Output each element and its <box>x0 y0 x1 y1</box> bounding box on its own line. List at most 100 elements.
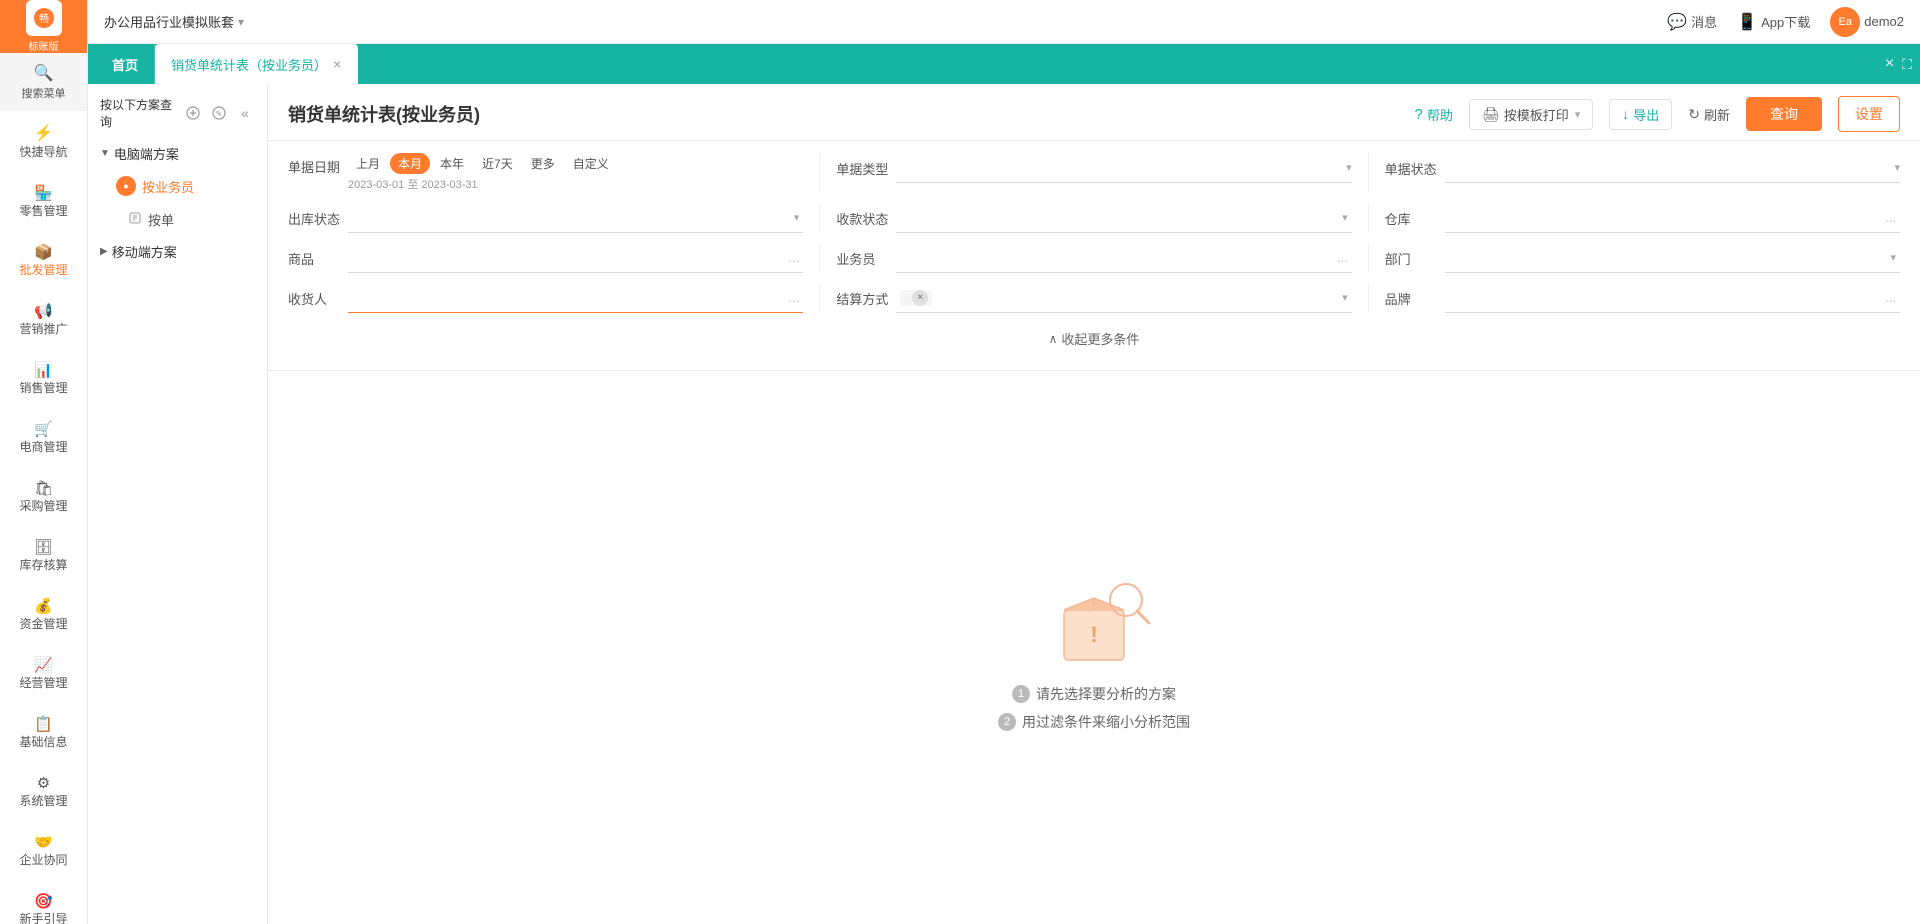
sidebar-item-guide[interactable]: 🎯 新手引导 <box>0 880 88 924</box>
sidebar-item-marketing[interactable]: 📢 营销推广 <box>0 290 88 349</box>
svg-text:畅: 畅 <box>39 12 49 25</box>
sidebar-basic-label: 基础信息 <box>4 733 84 750</box>
tab-minimize-btn[interactable]: × <box>1885 55 1894 73</box>
collapse-row: ∧ 收起更多条件 <box>288 319 1900 358</box>
settlement-select[interactable]: × ▾ <box>896 283 1351 313</box>
edit-scheme-btn[interactable]: ✎ <box>209 103 229 123</box>
refresh-action[interactable]: ↻ 刷新 <box>1688 105 1730 124</box>
left-panel-actions: ✎ « <box>183 103 255 123</box>
receiver-label: 收货人 <box>288 289 348 308</box>
purchase-icon: 🛍 <box>4 479 84 497</box>
settlement-label: 结算方式 <box>836 289 896 308</box>
main-area: 办公用品行业模拟账套 ▾ 💬 消息 📱 App下载 Ea demo2 首页 <box>88 0 1920 924</box>
collapse-panel-btn[interactable]: « <box>235 103 255 123</box>
sidebar-item-quicknav[interactable]: ⚡ 快捷导航 <box>0 111 88 172</box>
tab-home[interactable]: 首页 <box>96 44 155 84</box>
app-selector[interactable]: 办公用品行业模拟账套 ▾ <box>104 12 244 31</box>
tab-active[interactable]: 销货单统计表（按业务员） × <box>155 44 358 84</box>
sidebar-search[interactable]: 🔍 搜索菜单 <box>0 53 88 111</box>
delivery-status-select[interactable]: ▾ <box>348 203 803 233</box>
date-tab-thismonth[interactable]: 本月 <box>390 153 430 174</box>
user-action[interactable]: Ea demo2 <box>1830 7 1904 37</box>
date-tab-7days[interactable]: 近7天 <box>474 153 521 174</box>
bill-type-select[interactable]: ▾ <box>896 153 1351 183</box>
right-main: 销货单统计表(按业务员) ? 帮助 🖨 按模板打印 ▾ ↓ 导出 <box>268 84 1920 924</box>
user-name: demo2 <box>1864 14 1904 29</box>
tab-maximize-btn[interactable]: ⛶ <box>1902 56 1912 73</box>
sidebar-logo[interactable]: 畅 标账版 <box>0 0 88 53</box>
collapse-btn[interactable]: ∧ 收起更多条件 <box>1049 323 1140 354</box>
date-tab-lastmonth[interactable]: 上月 <box>348 153 388 174</box>
sidebar-item-operations[interactable]: 📈 经营管理 <box>0 644 88 703</box>
sidebar-item-retail[interactable]: 🏪 零售管理 <box>0 172 88 231</box>
sidebar-item-system[interactable]: ⚙ 系统管理 <box>0 762 88 821</box>
print-label: 按模板打印 <box>1504 105 1569 124</box>
scheme-group-desktop-header[interactable]: ▼ 电脑端方案 <box>88 138 267 169</box>
scheme-bysalesman-label: 按业务员 <box>142 177 194 196</box>
salesman-label: 业务员 <box>836 249 896 268</box>
content-area: 按以下方案查询 ✎ « ▼ 电脑端方案 ● <box>88 84 1920 924</box>
left-panel: 按以下方案查询 ✎ « ▼ 电脑端方案 ● <box>88 84 268 924</box>
message-action[interactable]: 💬 消息 <box>1667 12 1717 32</box>
empty-state: ! 1 请先选择要分析的方案 2 用过滤条件来缩小分析范围 <box>268 371 1920 924</box>
top-bar-right: 💬 消息 📱 App下载 Ea demo2 <box>1667 7 1904 37</box>
sidebar-item-ecom[interactable]: 🛒 电商管理 <box>0 408 88 467</box>
bill-type-filter: 单据类型 ▾ <box>836 153 1351 183</box>
warehouse-select[interactable]: ... <box>1445 203 1900 233</box>
payment-status-select[interactable]: ▾ <box>896 203 1351 233</box>
basic-icon: 📋 <box>4 715 84 733</box>
settlement-tag-close[interactable]: × <box>912 290 928 306</box>
sidebar: 畅 标账版 🔍 搜索菜单 ⚡ 快捷导航 🏪 零售管理 📦 批发管理 📢 营销推广… <box>0 0 88 924</box>
department-select[interactable]: ▾ <box>1445 243 1900 273</box>
goods-more[interactable]: ... <box>788 250 799 265</box>
help-label: 帮助 <box>1427 105 1453 124</box>
add-scheme-btn[interactable] <box>183 103 203 123</box>
salesman-more[interactable]: ... <box>1337 250 1348 265</box>
salesman-select[interactable]: ... <box>896 243 1351 273</box>
sidebar-item-basic[interactable]: 📋 基础信息 <box>0 703 88 762</box>
sidebar-item-finance[interactable]: 💰 资金管理 <box>0 585 88 644</box>
scheme-group-mobile-header[interactable]: ▶ 移动端方案 <box>88 236 267 267</box>
divider-2 <box>1368 153 1369 193</box>
sidebar-item-purchase[interactable]: 🛍 采购管理 <box>0 467 88 526</box>
export-icon: ↓ <box>1622 106 1629 122</box>
sidebar-item-inventory[interactable]: 🗄 库存核算 <box>0 526 88 585</box>
divider-6 <box>1368 243 1369 273</box>
tab-bar-right: × ⛶ <box>1885 44 1912 84</box>
date-tab-thisyear[interactable]: 本年 <box>432 153 472 174</box>
tab-home-label: 首页 <box>112 55 138 74</box>
settings-button[interactable]: 设置 <box>1838 96 1900 132</box>
department-chevron: ▾ <box>1890 251 1896 264</box>
export-btn[interactable]: ↓ 导出 <box>1609 99 1672 130</box>
receiver-more[interactable]: ... <box>788 290 799 305</box>
date-tab-more[interactable]: 更多 <box>523 153 563 174</box>
left-panel-title: 按以下方案查询 <box>100 96 183 130</box>
help-action[interactable]: ? 帮助 <box>1415 105 1453 124</box>
query-button[interactable]: 查询 <box>1746 97 1822 131</box>
receiver-input[interactable]: ... <box>348 283 803 313</box>
app-download-action[interactable]: 📱 App下载 <box>1737 12 1810 32</box>
scheme-item-bysalesman[interactable]: ● 按业务员 <box>88 169 267 203</box>
sidebar-item-collab[interactable]: 🤝 企业协同 <box>0 821 88 880</box>
bill-status-chevron: ▾ <box>1894 161 1900 174</box>
divider-3 <box>819 203 820 233</box>
brand-more[interactable]: ... <box>1885 290 1896 305</box>
tab-close-icon[interactable]: × <box>333 56 341 72</box>
date-tab-custom[interactable]: 自定义 <box>565 153 617 174</box>
print-btn[interactable]: 🖨 按模板打印 ▾ <box>1469 99 1593 130</box>
payment-status-filter: 收款状态 ▾ <box>836 203 1351 233</box>
collapse-arrow-icon: ∧ <box>1049 332 1058 346</box>
warehouse-more[interactable]: ... <box>1885 210 1896 225</box>
guide-icon: 🎯 <box>4 892 84 910</box>
goods-select[interactable]: ... <box>348 243 803 273</box>
empty-num-2: 2 <box>998 713 1016 731</box>
department-filter: 部门 ▾ <box>1385 243 1900 273</box>
app-selector-label: 办公用品行业模拟账套 <box>104 12 234 31</box>
brand-label: 品牌 <box>1385 289 1445 308</box>
sidebar-item-sales[interactable]: 📊 销售管理 <box>0 349 88 408</box>
scheme-item-byorder[interactable]: 按单 <box>88 203 267 236</box>
brand-select[interactable]: ... <box>1445 283 1900 313</box>
bill-status-select[interactable]: ▾ <box>1445 153 1900 183</box>
logo-text: 标账版 <box>29 38 59 53</box>
sidebar-item-wholesale[interactable]: 📦 批发管理 <box>0 231 88 290</box>
